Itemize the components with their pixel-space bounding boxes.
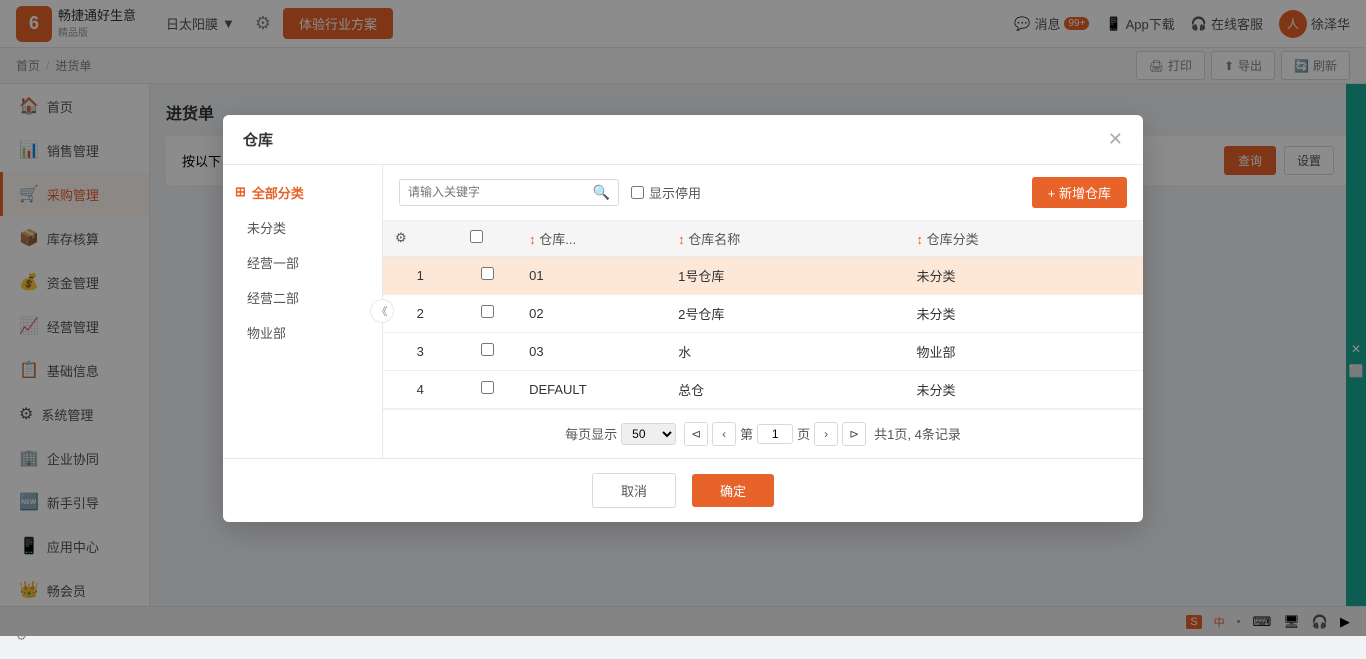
last-page-btn[interactable]: ⊳ [842, 422, 866, 446]
modal-body: ⊞ 全部分类 未分类 经营一部 经营二部 物业部 《 🔍 [223, 165, 1143, 458]
col-header-type[interactable]: ↕ 仓库分类 [905, 221, 1143, 257]
modal-header: 仓库 ✕ [223, 115, 1143, 165]
search-input[interactable] [408, 185, 593, 199]
row-cb-2[interactable] [458, 294, 518, 332]
all-categories-label: 全部分类 [252, 183, 304, 202]
warehouse-table: ⚙ ↕ 仓库... ↕ 仓库名称 [383, 221, 1143, 409]
all-categories-item[interactable]: ⊞ 全部分类 [223, 175, 382, 210]
per-page-dropdown[interactable]: 50 10 20 100 [621, 423, 676, 445]
show-disabled-label: 显示停用 [649, 183, 701, 202]
row-cb-4[interactable] [458, 370, 518, 408]
col-header-name[interactable]: ↕ 仓库名称 [666, 221, 904, 257]
row-type-3: 物业部 [905, 332, 1143, 370]
row-checkbox-4[interactable] [481, 381, 494, 394]
warehouse-table-wrap: ⚙ ↕ 仓库... ↕ 仓库名称 [383, 221, 1143, 409]
pagination-summary: 共1页, 4条记录 [874, 424, 961, 443]
sidebar-collapse-btn[interactable]: 《 [370, 299, 394, 323]
row-name-4: 总仓 [666, 370, 904, 408]
row-no-2: 2 [383, 294, 458, 332]
sort-icon: ↕ [529, 232, 536, 247]
add-warehouse-button[interactable]: + 新增仓库 [1032, 177, 1127, 208]
row-no-3: 3 [383, 332, 458, 370]
modal-close-button[interactable]: ✕ [1108, 129, 1123, 150]
row-checkbox-3[interactable] [481, 343, 494, 356]
modal-title: 仓库 [243, 129, 273, 150]
row-checkbox-1[interactable] [481, 267, 494, 280]
modal-toolbar: 🔍 显示停用 + 新增仓库 [383, 165, 1143, 221]
page-word: 第 [740, 424, 753, 443]
col-code-label: 仓库... [539, 232, 576, 247]
page-size-select[interactable]: 每页显示 50 10 20 100 [565, 423, 676, 445]
next-page-btn[interactable]: › [814, 422, 838, 446]
modal-overlay: 仓库 ✕ ⊞ 全部分类 未分类 经营一部 经营二部 物业部 《 [0, 0, 1366, 636]
select-all-checkbox[interactable] [470, 230, 483, 243]
cancel-button[interactable]: 取消 [592, 473, 676, 508]
modal-table-section: 🔍 显示停用 + 新增仓库 ⚙ [383, 165, 1143, 458]
search-box[interactable]: 🔍 [399, 179, 619, 206]
page-unit: 页 [797, 424, 810, 443]
grid-icon: ⊞ [235, 184, 246, 200]
sort-icon-type: ↕ [917, 232, 924, 247]
sort-icon-name: ↕ [678, 232, 685, 247]
row-type-2: 未分类 [905, 294, 1143, 332]
col-header-code[interactable]: ↕ 仓库... [517, 221, 666, 257]
table-header: ⚙ ↕ 仓库... ↕ 仓库名称 [383, 221, 1143, 257]
table-row[interactable]: 3 03 水 物业部 [383, 332, 1143, 370]
per-page-label: 每页显示 [565, 424, 617, 443]
row-name-2: 2号仓库 [666, 294, 904, 332]
row-name-1: 1号仓库 [666, 256, 904, 294]
row-checkbox-2[interactable] [481, 305, 494, 318]
col-name-label: 仓库名称 [688, 232, 740, 247]
row-code-4: DEFAULT [517, 370, 666, 408]
row-code-2: 02 [517, 294, 666, 332]
page-nav: ⊲ ‹ 第 页 › ⊳ [684, 422, 866, 446]
first-page-btn[interactable]: ⊲ [684, 422, 708, 446]
category-unclassified[interactable]: 未分类 [223, 210, 382, 245]
row-no-4: 4 [383, 370, 458, 408]
pagination: 每页显示 50 10 20 100 ⊲ ‹ 第 页 [383, 409, 1143, 458]
prev-page-btn[interactable]: ‹ [712, 422, 736, 446]
row-type-1: 未分类 [905, 256, 1143, 294]
row-type-4: 未分类 [905, 370, 1143, 408]
page-number-input[interactable] [757, 424, 793, 444]
modal-footer: 取消 确定 [223, 458, 1143, 522]
row-cb-1[interactable] [458, 256, 518, 294]
table-row[interactable]: 2 02 2号仓库 未分类 [383, 294, 1143, 332]
table-body: 1 01 1号仓库 未分类 2 [383, 256, 1143, 408]
modal-category-sidebar: ⊞ 全部分类 未分类 经营一部 经营二部 物业部 《 [223, 165, 383, 458]
confirm-button[interactable]: 确定 [692, 474, 774, 507]
row-name-3: 水 [666, 332, 904, 370]
row-no-1: 1 [383, 256, 458, 294]
disabled-checkbox[interactable] [631, 186, 644, 199]
row-code-1: 01 [517, 256, 666, 294]
search-icon[interactable]: 🔍 [593, 184, 610, 201]
table-row[interactable]: 4 DEFAULT 总仓 未分类 [383, 370, 1143, 408]
col-header-settings[interactable]: ⚙ [383, 221, 458, 257]
category-ops2[interactable]: 经营二部 [223, 280, 382, 315]
col-header-checkbox[interactable] [458, 221, 518, 257]
col-type-label: 仓库分类 [927, 232, 979, 247]
table-row[interactable]: 1 01 1号仓库 未分类 [383, 256, 1143, 294]
show-disabled-checkbox[interactable]: 显示停用 [631, 183, 701, 202]
category-property[interactable]: 物业部 [223, 315, 382, 350]
category-ops1[interactable]: 经营一部 [223, 245, 382, 280]
row-code-3: 03 [517, 332, 666, 370]
warehouse-modal: 仓库 ✕ ⊞ 全部分类 未分类 经营一部 经营二部 物业部 《 [223, 115, 1143, 522]
row-cb-3[interactable] [458, 332, 518, 370]
